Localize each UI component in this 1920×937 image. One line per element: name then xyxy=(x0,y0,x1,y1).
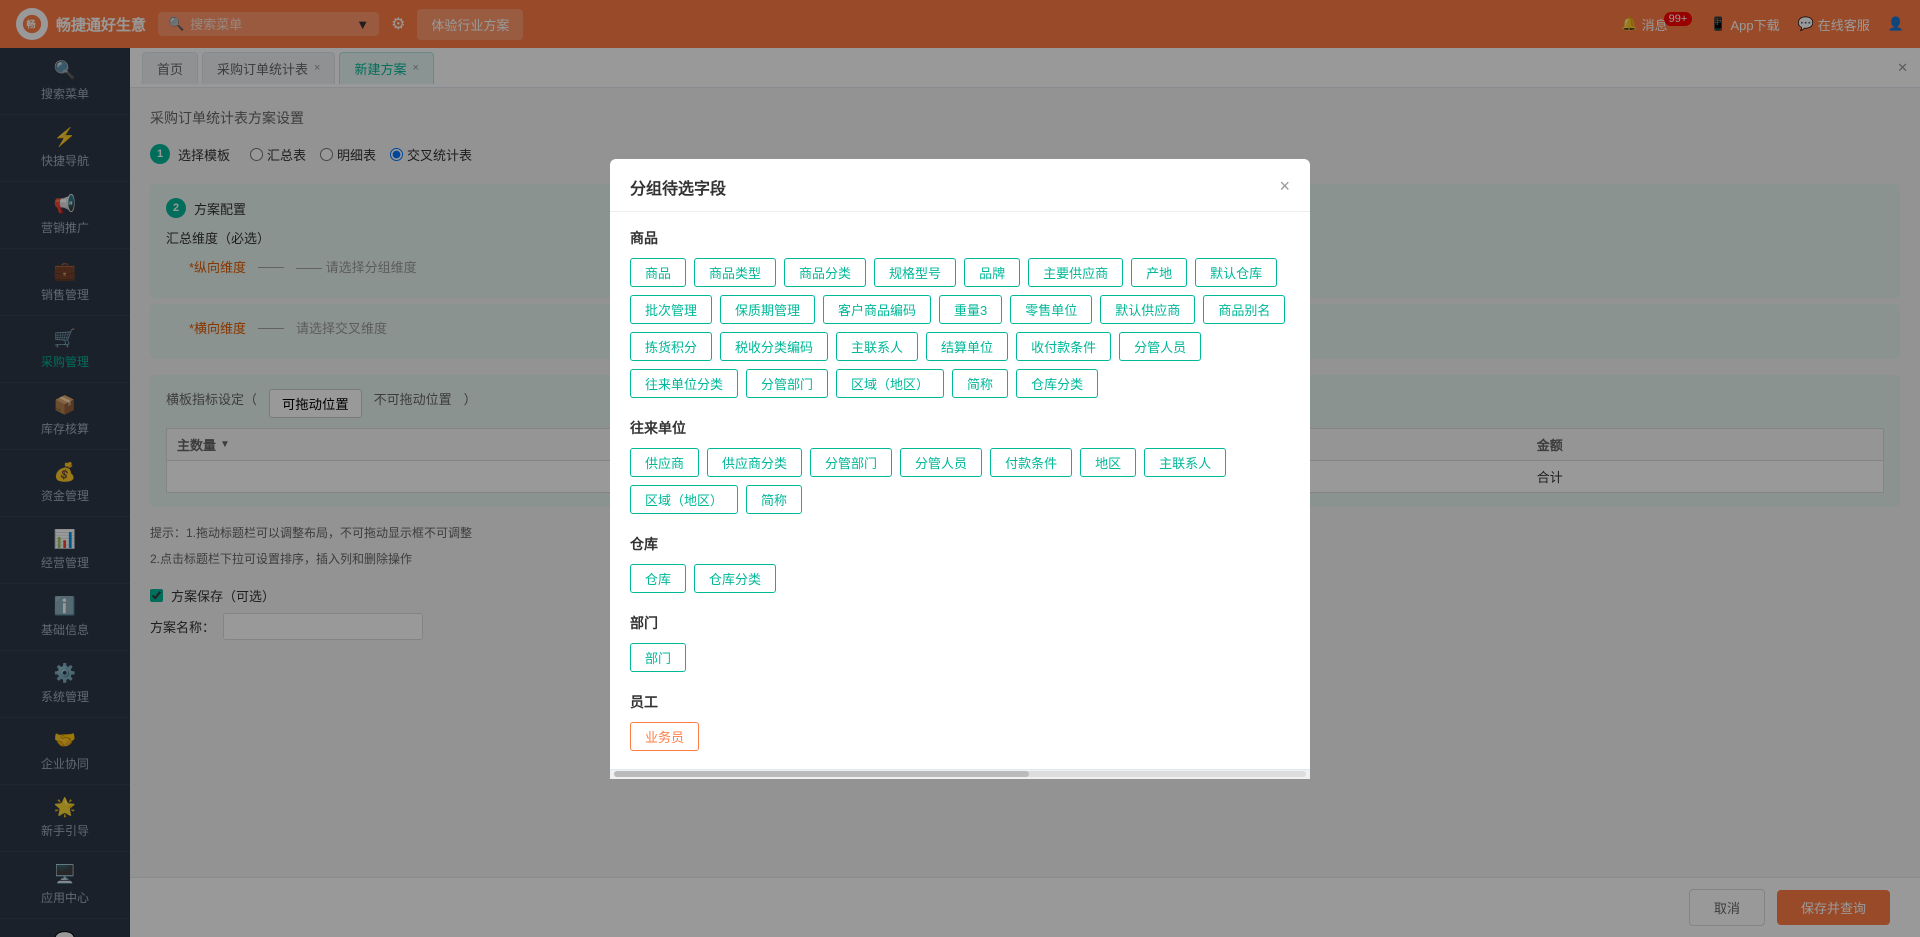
field-product-type[interactable]: 商品类型 xyxy=(694,258,776,287)
field-default-supplier[interactable]: 默认供应商 xyxy=(1100,295,1195,324)
field-supplier[interactable]: 供应商 xyxy=(630,448,699,477)
field-customer-code[interactable]: 客户商品编码 xyxy=(823,295,931,324)
modal-body[interactable]: 商品 商品 商品类型 商品分类 规格型号 品牌 主要供应商 产地 默认仓库 批次… xyxy=(610,212,1310,769)
field-salesperson[interactable]: 业务员 xyxy=(630,722,699,751)
field-origin[interactable]: 产地 xyxy=(1131,258,1187,287)
modal-header: 分组待选字段 × xyxy=(610,159,1310,212)
field-dept2[interactable]: 分管部门 xyxy=(810,448,892,477)
section-partners-title: 往来单位 xyxy=(630,418,1290,438)
field-main-supplier[interactable]: 主要供应商 xyxy=(1028,258,1123,287)
field-area[interactable]: 地区 xyxy=(1080,448,1136,477)
field-pick-points[interactable]: 拣货积分 xyxy=(630,332,712,361)
field-tax-code[interactable]: 税收分类编码 xyxy=(720,332,828,361)
field-payment-terms[interactable]: 收付款条件 xyxy=(1016,332,1111,361)
section-products-title: 商品 xyxy=(630,228,1290,248)
field-main-contact[interactable]: 主联系人 xyxy=(836,332,918,361)
field-wh[interactable]: 仓库 xyxy=(630,564,686,593)
section-department-title: 部门 xyxy=(630,613,1290,633)
field-abbr[interactable]: 简称 xyxy=(952,369,1008,398)
warehouse-grid: 仓库 仓库分类 xyxy=(630,564,1290,593)
field-spec-model[interactable]: 规格型号 xyxy=(874,258,956,287)
field-settle-unit[interactable]: 结算单位 xyxy=(926,332,1008,361)
department-grid: 部门 xyxy=(630,643,1290,672)
field-default-warehouse[interactable]: 默认仓库 xyxy=(1195,258,1277,287)
partners-grid: 供应商 供应商分类 分管部门 分管人员 付款条件 地区 主联系人 区域（地区） … xyxy=(630,448,1290,514)
section-warehouse: 仓库 仓库 仓库分类 xyxy=(630,534,1290,593)
section-department: 部门 部门 xyxy=(630,613,1290,672)
modal-title: 分组待选字段 xyxy=(630,175,726,199)
field-expiry[interactable]: 保质期管理 xyxy=(720,295,815,324)
section-employee: 员工 业务员 xyxy=(630,692,1290,751)
field-retail-unit[interactable]: 零售单位 xyxy=(1010,295,1092,324)
section-employee-title: 员工 xyxy=(630,692,1290,712)
field-product-category[interactable]: 商品分类 xyxy=(784,258,866,287)
field-supervisor2[interactable]: 分管人员 xyxy=(900,448,982,477)
field-warehouse-cat[interactable]: 仓库分类 xyxy=(1016,369,1098,398)
field-supervisor[interactable]: 分管人员 xyxy=(1119,332,1201,361)
section-products: 商品 商品 商品类型 商品分类 规格型号 品牌 主要供应商 产地 默认仓库 批次… xyxy=(630,228,1290,398)
section-warehouse-title: 仓库 xyxy=(630,534,1290,554)
field-weight[interactable]: 重量3 xyxy=(939,295,1002,324)
products-grid: 商品 商品类型 商品分类 规格型号 品牌 主要供应商 产地 默认仓库 批次管理 … xyxy=(630,258,1290,398)
field-alias[interactable]: 商品别名 xyxy=(1203,295,1285,324)
field-department[interactable]: 部门 xyxy=(630,643,686,672)
hscroll-thumb[interactable] xyxy=(614,771,1029,777)
employee-grid: 业务员 xyxy=(630,722,1290,751)
field-contact2[interactable]: 主联系人 xyxy=(1144,448,1226,477)
field-supplier-category[interactable]: 供应商分类 xyxy=(707,448,802,477)
field-brand[interactable]: 品牌 xyxy=(964,258,1020,287)
field-abbr2[interactable]: 简称 xyxy=(746,485,802,514)
field-partner-category[interactable]: 往来单位分类 xyxy=(630,369,738,398)
field-dept[interactable]: 分管部门 xyxy=(746,369,828,398)
field-region[interactable]: 区域（地区） xyxy=(836,369,944,398)
modal-overlay[interactable]: 分组待选字段 × 商品 商品 商品类型 商品分类 规格型号 品牌 主要供应商 产… xyxy=(0,0,1920,937)
field-payment2[interactable]: 付款条件 xyxy=(990,448,1072,477)
modal: 分组待选字段 × 商品 商品 商品类型 商品分类 规格型号 品牌 主要供应商 产… xyxy=(610,159,1310,779)
field-region2[interactable]: 区域（地区） xyxy=(630,485,738,514)
field-batch[interactable]: 批次管理 xyxy=(630,295,712,324)
field-wh-category[interactable]: 仓库分类 xyxy=(694,564,776,593)
modal-close-btn[interactable]: × xyxy=(1279,176,1290,197)
hscroll-track xyxy=(614,771,1306,777)
field-product[interactable]: 商品 xyxy=(630,258,686,287)
modal-hscroll[interactable] xyxy=(610,769,1310,779)
section-partners: 往来单位 供应商 供应商分类 分管部门 分管人员 付款条件 地区 主联系人 区域… xyxy=(630,418,1290,514)
